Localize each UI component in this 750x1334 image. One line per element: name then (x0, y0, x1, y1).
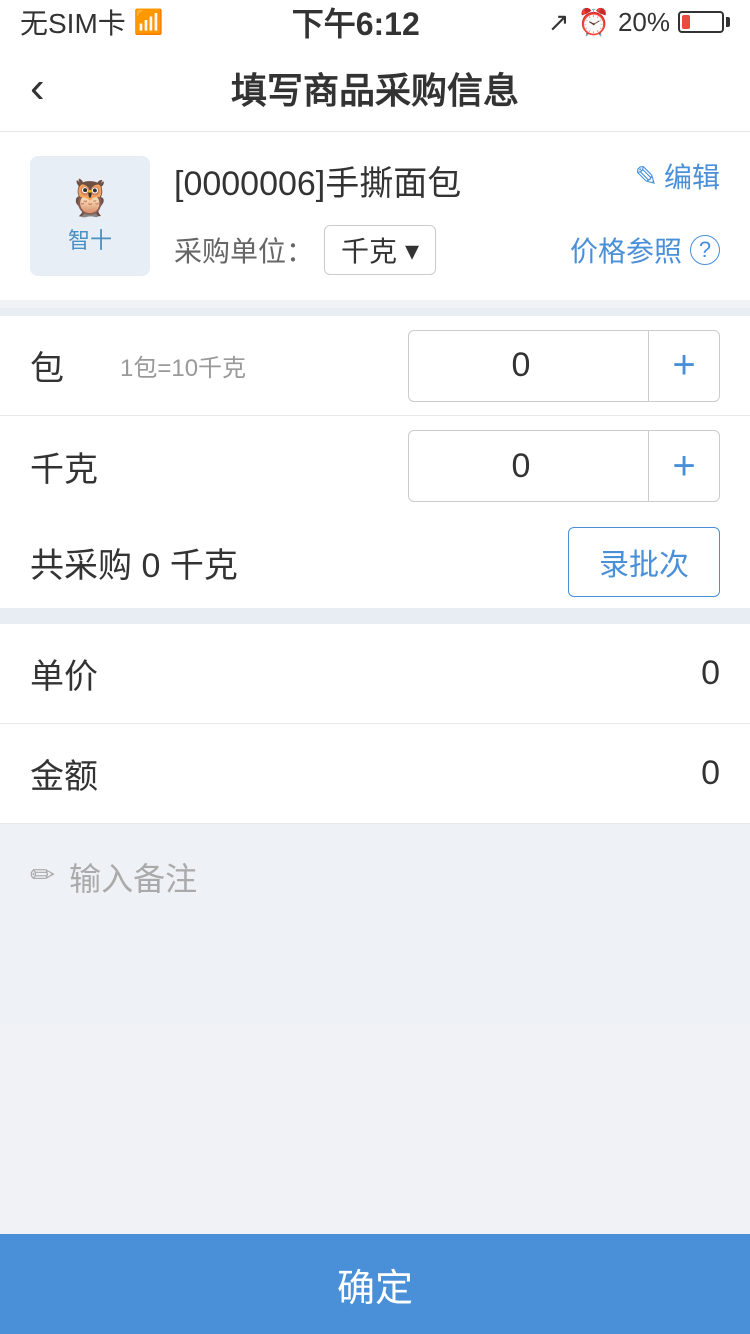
unit-price-label: 单价 (30, 649, 701, 698)
unit-select[interactable]: 千克 ▾ (324, 225, 436, 275)
unit-price-value: 0 (701, 654, 720, 693)
carrier-text: 无SIM卡 (20, 2, 126, 42)
status-bar: 无SIM卡 📶 下午6:12 ↗ ⏰ 20% (0, 0, 750, 44)
confirm-button[interactable]: 确定 (0, 1234, 750, 1334)
amount-row: 金额 0 (0, 724, 750, 824)
content-spacer (0, 1024, 750, 1164)
info-section: 单价 0 金额 0 (0, 624, 750, 824)
nav-bar: ‹ 填写商品采购信息 (0, 44, 750, 132)
total-text: 共采购 0 千克 (30, 538, 568, 587)
status-right: ↗ ⏰ 20% (548, 7, 730, 38)
kg-input-right: + (408, 430, 720, 502)
edit-button[interactable]: ✎ 编辑 (635, 156, 720, 196)
section-divider-1 (0, 308, 750, 316)
product-meta: 采购单位： 千克 ▾ 价格参照 ? (174, 225, 720, 275)
pack-input-right: + (408, 330, 720, 402)
confirm-label: 确定 (337, 1257, 413, 1312)
info-icon: ? (690, 235, 720, 265)
status-left: 无SIM卡 📶 (20, 2, 164, 42)
kg-plus-button[interactable]: + (648, 430, 720, 502)
battery-indicator (678, 11, 730, 33)
pack-input-row: 包 1包=10千克 + (0, 316, 750, 416)
amount-label: 金额 (30, 749, 701, 798)
note-placeholder[interactable]: 输入备注 (69, 854, 197, 900)
back-button[interactable]: ‹ (30, 66, 45, 110)
brand-text: 智十 (68, 223, 112, 255)
section-divider-2 (0, 616, 750, 624)
status-time: 下午6:12 (292, 0, 420, 45)
kg-input-row: 千克 + (0, 416, 750, 516)
product-name: [0000006]手撕面包 (174, 156, 461, 205)
product-image: 🦉 智十 (30, 156, 150, 276)
total-row: 共采购 0 千克 录批次 (0, 516, 750, 616)
alarm-icon: ⏰ (578, 7, 610, 38)
page-title: 填写商品采购信息 (231, 62, 519, 114)
edit-icon: ✎ (635, 160, 658, 193)
kg-input[interactable] (408, 430, 648, 502)
product-name-row: [0000006]手撕面包 ✎ 编辑 (174, 156, 720, 205)
owl-icon: 🦉 (68, 177, 113, 219)
dropdown-arrow: ▾ (405, 234, 419, 267)
location-icon: ↗ (548, 7, 570, 38)
unit-price-row: 单价 0 (0, 624, 750, 724)
product-card: 🦉 智十 [0000006]手撕面包 ✎ 编辑 采购单位： 千克 ▾ 价格参照 (0, 132, 750, 308)
pack-plus-button[interactable]: + (648, 330, 720, 402)
kg-label: 千克 (30, 442, 110, 491)
unit-label: 采购单位： 千克 ▾ (174, 225, 436, 275)
record-batch-button[interactable]: 录批次 (568, 527, 720, 597)
wifi-icon: 📶 (134, 8, 164, 37)
pack-sublabel: 1包=10千克 (120, 348, 246, 383)
pencil-icon: ✏ (30, 858, 55, 893)
pack-label: 包 (30, 341, 110, 390)
price-ref-button[interactable]: 价格参照 ? (570, 230, 720, 270)
product-info: [0000006]手撕面包 ✎ 编辑 采购单位： 千克 ▾ 价格参照 ? (174, 156, 720, 275)
input-section: 包 1包=10千克 + 千克 + (0, 316, 750, 516)
battery-percent: 20% (618, 7, 670, 38)
note-section[interactable]: ✏ 输入备注 (0, 824, 750, 1024)
amount-value: 0 (701, 754, 720, 793)
pack-input[interactable] (408, 330, 648, 402)
